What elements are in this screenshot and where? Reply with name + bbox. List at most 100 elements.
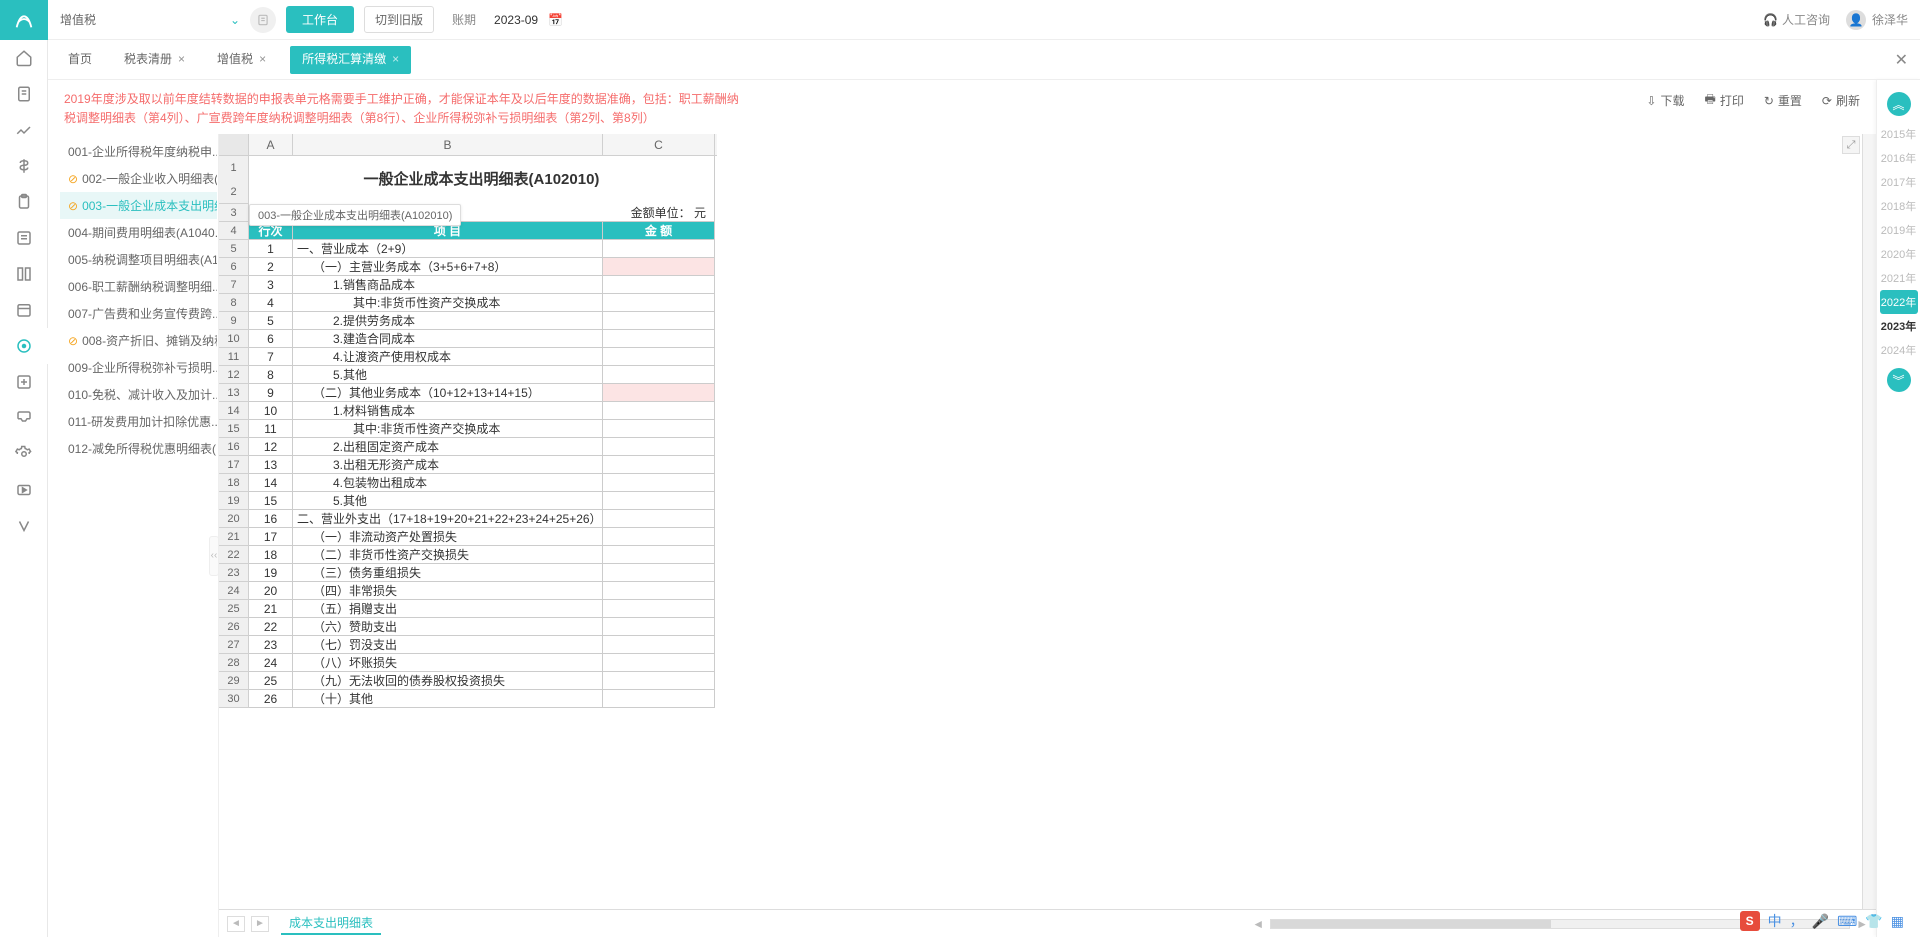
cell-amount[interactable] — [603, 636, 715, 654]
close-icon[interactable]: × — [259, 52, 266, 66]
form-item-8[interactable]: 009-企业所得税弥补亏损明... — [60, 354, 217, 381]
sheet-nav-next[interactable]: ► — [251, 916, 269, 932]
form-item-3[interactable]: 004-期间费用明细表(A1040... — [60, 219, 217, 246]
cell-item[interactable]: （八）坏账损失 — [293, 654, 603, 672]
cell-seq[interactable]: 20 — [249, 582, 293, 600]
year-2015年[interactable]: 2015年 — [1880, 122, 1918, 146]
cell-amount[interactable] — [603, 456, 715, 474]
cell-seq[interactable]: 17 — [249, 528, 293, 546]
row-head[interactable]: 6 — [219, 258, 249, 276]
cell-amount[interactable] — [603, 438, 715, 456]
year-2023年[interactable]: 2023年 — [1880, 314, 1918, 338]
row-head[interactable]: 21 — [219, 528, 249, 546]
row-head[interactable]: 22 — [219, 546, 249, 564]
row-head[interactable]: 26 — [219, 618, 249, 636]
row-head[interactable]: 30 — [219, 690, 249, 708]
row-head[interactable]: 29 — [219, 672, 249, 690]
cell-amount[interactable] — [603, 654, 715, 672]
cell-seq[interactable]: 1 — [249, 240, 293, 258]
cell-seq[interactable]: 26 — [249, 690, 293, 708]
cell-seq[interactable]: 8 — [249, 366, 293, 384]
cell-amount[interactable] — [603, 240, 715, 258]
cell-amount[interactable] — [603, 510, 715, 528]
ime-keyboard-icon[interactable]: ⌨ — [1837, 913, 1857, 930]
expand-button[interactable]: ⤢ — [1842, 136, 1860, 154]
cell-item[interactable]: 其中:非货币性资产交换成本 — [293, 294, 603, 312]
cell-item[interactable]: （一）非流动资产处置损失 — [293, 528, 603, 546]
cell-item[interactable]: 1.材料销售成本 — [293, 402, 603, 420]
row-head[interactable]: 17 — [219, 456, 249, 474]
cell-amount[interactable] — [603, 348, 715, 366]
cell-item[interactable]: （九）无法收回的债券股权投资损失 — [293, 672, 603, 690]
ime-badge[interactable]: S — [1740, 911, 1760, 931]
year-2019年[interactable]: 2019年 — [1880, 218, 1918, 242]
cell-seq[interactable]: 23 — [249, 636, 293, 654]
sheet-body[interactable]: 12 一般企业成本支出明细表(A102010) 003-一般企业成本支出明细表(… — [219, 156, 717, 909]
cell-seq[interactable]: 6 — [249, 330, 293, 348]
user-menu[interactable]: 👤 徐泽华 — [1846, 10, 1908, 30]
cell-amount[interactable] — [603, 672, 715, 690]
cell-seq[interactable]: 10 — [249, 402, 293, 420]
cell-item[interactable]: （五）捐赠支出 — [293, 600, 603, 618]
year-2024年[interactable]: 2024年 — [1880, 338, 1918, 362]
row-head[interactable]: 24 — [219, 582, 249, 600]
nav-clipboard-icon[interactable] — [0, 184, 48, 220]
cell-amount[interactable] — [603, 384, 715, 402]
cell-amount[interactable] — [603, 528, 715, 546]
company-dropdown[interactable]: 增值税 ⌄ — [60, 11, 240, 28]
tab-2[interactable]: 增值税× — [209, 40, 274, 80]
cell-item[interactable]: 4.包装物出租成本 — [293, 474, 603, 492]
row-head[interactable]: 27 — [219, 636, 249, 654]
refresh-button[interactable]: ⟳刷新 — [1822, 90, 1860, 111]
nav-template-icon[interactable] — [0, 256, 48, 292]
cell-seq[interactable]: 12 — [249, 438, 293, 456]
row-head[interactable]: 8 — [219, 294, 249, 312]
nav-video-icon[interactable] — [0, 472, 48, 508]
row-head[interactable]: 28 — [219, 654, 249, 672]
cell-item[interactable]: 2.出租固定资产成本 — [293, 438, 603, 456]
cell-item[interactable]: （四）非常损失 — [293, 582, 603, 600]
nav-chart-icon[interactable] — [0, 112, 48, 148]
nav-home-icon[interactable] — [0, 40, 48, 76]
tab-0[interactable]: 首页 — [60, 40, 100, 80]
nav-settings-icon[interactable] — [0, 436, 48, 472]
cell-item[interactable]: 2.提供劳务成本 — [293, 312, 603, 330]
cell-seq[interactable]: 7 — [249, 348, 293, 366]
tab-1[interactable]: 税表清册× — [116, 40, 193, 80]
cell-amount[interactable] — [603, 618, 715, 636]
cell-item[interactable]: 4.让渡资产使用权成本 — [293, 348, 603, 366]
cell-amount[interactable] — [603, 366, 715, 384]
form-item-5[interactable]: 006-职工薪酬纳税调整明细... — [60, 273, 217, 300]
col-header-B[interactable]: B — [293, 134, 603, 155]
cell-item[interactable]: （一）主营业务成本（3+5+6+7+8） — [293, 258, 603, 276]
form-item-4[interactable]: 005-纳税调整项目明细表(A1... — [60, 246, 217, 273]
cell-item[interactable]: （二）其他业务成本（10+12+13+14+15） — [293, 384, 603, 402]
form-item-6[interactable]: 007-广告费和业务宣传费跨... — [60, 300, 217, 327]
nav-export-icon[interactable] — [0, 364, 48, 400]
cell-amount[interactable] — [603, 276, 715, 294]
form-item-0[interactable]: 001-企业所得税年度纳税申... — [60, 138, 217, 165]
cell-amount[interactable] — [603, 258, 715, 276]
nav-doc-icon[interactable] — [0, 76, 48, 112]
cell-seq[interactable]: 14 — [249, 474, 293, 492]
download-button[interactable]: ⇩下载 — [1646, 90, 1684, 111]
ime-grid-icon[interactable]: ▦ — [1891, 913, 1904, 930]
form-item-7[interactable]: ⊘008-资产折旧、摊销及纳税... — [60, 327, 217, 354]
cell-item[interactable]: 其中:非货币性资产交换成本 — [293, 420, 603, 438]
nav-v-icon[interactable] — [0, 508, 48, 544]
row-head[interactable]: 18 — [219, 474, 249, 492]
workspace-button[interactable]: 工作台 — [286, 6, 354, 33]
cell-amount[interactable] — [603, 600, 715, 618]
row-head[interactable]: 13 — [219, 384, 249, 402]
close-icon[interactable]: × — [178, 52, 185, 66]
cell-amount[interactable] — [603, 402, 715, 420]
cell-item[interactable]: 5.其他 — [293, 492, 603, 510]
hscroll-thumb[interactable] — [1271, 920, 1551, 928]
row-head[interactable]: 23 — [219, 564, 249, 582]
year-scroll-down[interactable]: ︾ — [1887, 368, 1911, 392]
row-head[interactable]: 5 — [219, 240, 249, 258]
row-head[interactable]: 9 — [219, 312, 249, 330]
row-head-1[interactable]: 12 — [219, 156, 249, 204]
year-2020年[interactable]: 2020年 — [1880, 242, 1918, 266]
cell-amount[interactable] — [603, 564, 715, 582]
